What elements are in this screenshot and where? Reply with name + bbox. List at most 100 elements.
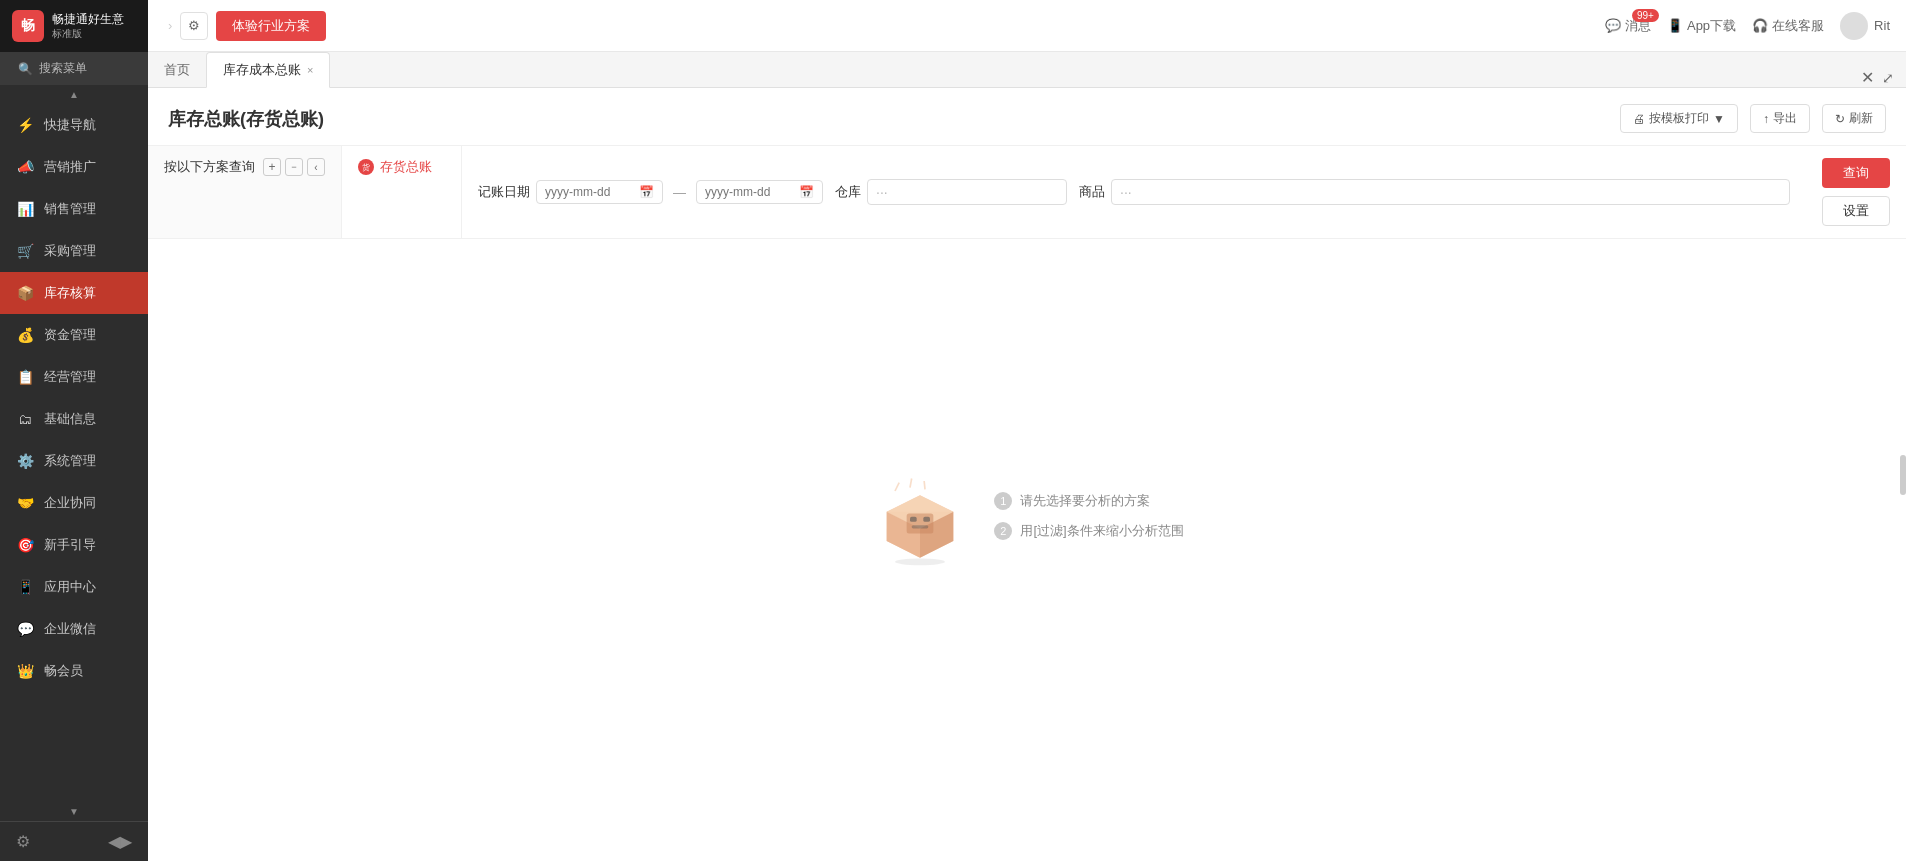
export-button[interactable]: ↑ 导出 <box>1750 104 1810 133</box>
sidebar-item-appstore[interactable]: 📱 应用中心 <box>0 566 148 608</box>
collapse-icon[interactable]: ◀▶ <box>108 832 132 851</box>
date-filter-field: 记账日期 📅 — 📅 <box>478 180 823 204</box>
sidebar-item-wechat[interactable]: 💬 企业微信 <box>0 608 148 650</box>
svg-line-12 <box>895 482 899 490</box>
filter-schemes: 货 存货总账 <box>342 146 462 238</box>
filter-expand-button[interactable]: ‹ <box>307 158 325 176</box>
warehouse-input-wrap[interactable]: ··· <box>867 179 1067 205</box>
app-download-button[interactable]: 📱 App下载 <box>1667 17 1736 35</box>
filter-area: 按以下方案查询 + － ‹ 货 存货总账 <box>148 146 1906 239</box>
date-end-input-wrap: 📅 <box>696 180 823 204</box>
message-badge: 99+ <box>1632 9 1659 22</box>
sidebar-item-basic[interactable]: 🗂 基础信息 <box>0 398 148 440</box>
date-start-input[interactable] <box>545 185 635 199</box>
marketing-icon: 📣 <box>16 159 34 175</box>
svg-point-11 <box>895 558 945 565</box>
wechat-icon: 💬 <box>16 621 34 637</box>
resize-button[interactable]: ⤢ <box>1882 70 1894 86</box>
empty-tips: 1 请先选择要分析的方案 2 用[过滤]条件来缩小分析范围 <box>994 492 1183 540</box>
enterprise-icon: 🤝 <box>16 495 34 511</box>
finance-icon: 💰 <box>16 327 34 343</box>
calendar-start-icon[interactable]: 📅 <box>639 185 654 199</box>
scheme-inventory-ledger[interactable]: 货 存货总账 <box>358 158 445 176</box>
purchase-icon: 🛒 <box>16 243 34 259</box>
empty-tip-1: 1 请先选择要分析的方案 <box>994 492 1183 510</box>
message-icon: 💬 <box>1605 18 1621 33</box>
svg-rect-7 <box>907 513 934 533</box>
sidebar-search[interactable]: 🔍 搜索菜单 <box>0 52 148 85</box>
filter-action-buttons: 查询 设置 <box>1806 146 1906 238</box>
close-panel-button[interactable]: ✕ <box>1861 68 1874 87</box>
dropdown-icon: ▼ <box>1713 112 1725 126</box>
tip-number-2: 2 <box>994 522 1012 540</box>
date-label: 记账日期 <box>478 183 530 201</box>
tabbar: 首页 库存成本总账 × ✕ ⤢ <box>148 52 1906 88</box>
sidebar-item-finance[interactable]: 💰 资金管理 <box>0 314 148 356</box>
empty-state-content: 1 请先选择要分析的方案 2 用[过滤]条件来缩小分析范围 <box>870 466 1183 566</box>
refresh-button[interactable]: ↻ 刷新 <box>1822 104 1886 133</box>
settings-button[interactable]: 设置 <box>1822 196 1890 226</box>
tab-home[interactable]: 首页 <box>148 52 206 87</box>
svg-rect-9 <box>924 516 931 521</box>
goods-label: 商品 <box>1079 183 1105 201</box>
settings-icon[interactable]: ⚙ <box>16 832 30 851</box>
sidebar-scroll-up[interactable]: ▲ <box>0 85 148 104</box>
user-name: Rit <box>1874 18 1890 33</box>
sidebar-item-inventory[interactable]: 📦 库存核算 <box>0 272 148 314</box>
sidebar-item-system[interactable]: ⚙️ 系统管理 <box>0 440 148 482</box>
app-logo: 畅 畅捷通好生意 标准版 <box>0 0 148 52</box>
svg-rect-10 <box>912 525 929 528</box>
header-actions: 🖨 按模板打印 ▼ ↑ 导出 ↻ 刷新 <box>1620 104 1886 133</box>
user-avatar[interactable]: Rit <box>1840 12 1890 40</box>
sales-icon: 📊 <box>16 201 34 217</box>
goods-input-wrap[interactable]: ··· <box>1111 179 1790 205</box>
sidebar-item-sales[interactable]: 📊 销售管理 <box>0 188 148 230</box>
messages-button[interactable]: 💬 消息 99+ <box>1605 17 1651 35</box>
svg-line-14 <box>925 481 926 489</box>
goods-more-button[interactable]: ··· <box>1120 184 1132 200</box>
tab-inventory-ledger[interactable]: 库存成本总账 × <box>206 52 330 88</box>
filter-actions: + － ‹ <box>263 158 325 176</box>
filter-collapse-button[interactable]: － <box>285 158 303 176</box>
tab-close-button[interactable]: × <box>307 64 313 76</box>
svg-line-13 <box>910 478 912 487</box>
headset-icon: 🎧 <box>1752 18 1768 33</box>
filter-add-button[interactable]: + <box>263 158 281 176</box>
shortcut-icon: ⚡ <box>16 117 34 133</box>
sidebar-item-operation[interactable]: 📋 经营管理 <box>0 356 148 398</box>
date-start-input-wrap: 📅 <box>536 180 663 204</box>
sidebar-item-purchase[interactable]: 🛒 采购管理 <box>0 230 148 272</box>
sidebar-nav: ⚡ 快捷导航 📣 营销推广 📊 销售管理 🛒 采购管理 📦 库存核算 💰 资金管… <box>0 104 148 802</box>
sidebar-item-shortcut[interactable]: ⚡ 快捷导航 <box>0 104 148 146</box>
topbar-left: ​ › ⚙ 体验行业方案 <box>164 11 326 41</box>
sidebar: 畅 畅捷通好生意 标准版 🔍 搜索菜单 ▲ ⚡ 快捷导航 📣 营销推广 📊 销售… <box>0 0 148 861</box>
basic-icon: 🗂 <box>16 411 34 427</box>
filter-label-section: 按以下方案查询 + － ‹ <box>148 146 342 238</box>
app-name: 畅捷通好生意 标准版 <box>52 12 124 41</box>
date-separator: — <box>673 185 686 200</box>
industry-solution-button[interactable]: 体验行业方案 <box>216 11 326 41</box>
newbie-icon: 🎯 <box>16 537 34 553</box>
page-header: 库存总账(存货总账) 🖨 按模板打印 ▼ ↑ 导出 ↻ 刷新 <box>148 88 1906 146</box>
page-title: 库存总账(存货总账) <box>168 107 324 131</box>
online-service-button[interactable]: 🎧 在线客服 <box>1752 17 1824 35</box>
svg-text:货: 货 <box>362 163 370 172</box>
settings-gear-button[interactable]: ⚙ <box>180 12 208 40</box>
empty-tip-2: 2 用[过滤]条件来缩小分析范围 <box>994 522 1183 540</box>
sidebar-item-enterprise[interactable]: 🤝 企业协同 <box>0 482 148 524</box>
calendar-end-icon[interactable]: 📅 <box>799 185 814 199</box>
warehouse-more-button[interactable]: ··· <box>876 184 888 200</box>
breadcrumb: ​ › <box>164 18 172 33</box>
print-button[interactable]: 🖨 按模板打印 ▼ <box>1620 104 1738 133</box>
scroll-indicator[interactable] <box>1900 455 1906 495</box>
sidebar-item-newbie[interactable]: 🎯 新手引导 <box>0 524 148 566</box>
sidebar-item-member[interactable]: 👑 畅会员 <box>0 650 148 692</box>
sidebar-item-marketing[interactable]: 📣 营销推广 <box>0 146 148 188</box>
sidebar-scroll-down[interactable]: ▼ <box>0 802 148 821</box>
query-button[interactable]: 查询 <box>1822 158 1890 188</box>
warehouse-label: 仓库 <box>835 183 861 201</box>
sidebar-footer: ⚙ ◀▶ <box>0 821 148 861</box>
appstore-icon: 📱 <box>16 579 34 595</box>
date-end-input[interactable] <box>705 185 795 199</box>
export-icon: ↑ <box>1763 112 1769 126</box>
